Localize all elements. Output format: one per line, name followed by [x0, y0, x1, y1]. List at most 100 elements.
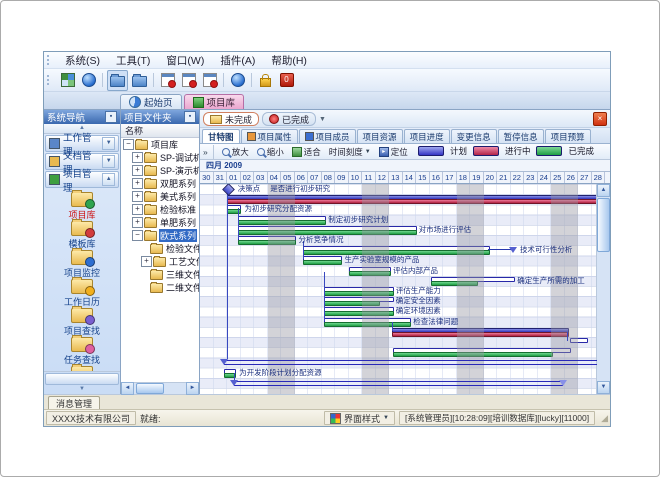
tree-row[interactable]: +工艺文件: [121, 255, 199, 268]
legend-swatch: [473, 146, 499, 156]
expand-icon[interactable]: +: [141, 256, 152, 267]
summary-end-milestone[interactable]: [559, 380, 567, 386]
nav-item-template-library[interactable]: 模板库: [44, 221, 120, 250]
pin-icon[interactable]: ▪: [184, 111, 196, 123]
scroll-thumb[interactable]: [597, 198, 610, 252]
tab-project-properties[interactable]: 项目属性: [241, 129, 298, 143]
tab-pause-info[interactable]: 暂停信息: [498, 129, 544, 143]
tab-gantt-chart[interactable]: 甘特图: [202, 129, 240, 143]
calendar-task-icon[interactable]: [158, 71, 177, 90]
scroll-right-button[interactable]: ►: [186, 382, 199, 395]
filter-unfinished[interactable]: 未完成: [203, 112, 259, 126]
collapsed-section-stub[interactable]: [45, 373, 119, 385]
expand-icon[interactable]: +: [132, 178, 143, 189]
chevron-down-icon[interactable]: ▼: [102, 155, 115, 168]
folder-switch-icon[interactable]: [130, 71, 149, 90]
nav-item-task-search[interactable]: 任务查找: [44, 337, 120, 366]
tree-row[interactable]: +美式系列: [121, 190, 199, 203]
help-globe-icon[interactable]: [228, 71, 247, 90]
summary-start-milestone[interactable]: [220, 359, 228, 365]
expand-icon[interactable]: +: [132, 165, 143, 176]
fit-button[interactable]: 适合: [289, 146, 324, 158]
summary-start-milestone[interactable]: [230, 380, 238, 386]
more-filters-button[interactable]: ▼: [319, 116, 326, 123]
filter-finished[interactable]: 已完成: [262, 112, 316, 126]
toolbar-overflow-button[interactable]: »: [203, 147, 208, 157]
nav-item-project-library[interactable]: 项目库: [44, 192, 120, 221]
collapse-icon[interactable]: −: [123, 139, 134, 150]
menu-window[interactable]: 窗口(W): [158, 54, 212, 68]
nav-item-project-search[interactable]: 项目查找: [44, 308, 120, 337]
pin-icon[interactable]: ▪: [105, 111, 117, 123]
folder-icon: [71, 337, 93, 352]
tree-row[interactable]: + SP-调试机系: [121, 151, 199, 164]
zoom-in-button[interactable]: 放大: [219, 146, 252, 158]
expand-icon[interactable]: +: [132, 204, 143, 215]
resize-grip[interactable]: ◢: [601, 413, 608, 424]
tree-row[interactable]: −欧式系列: [121, 229, 199, 242]
tab-project-resources[interactable]: 项目资源: [357, 129, 403, 143]
close-panel-button[interactable]: ×: [593, 112, 607, 126]
expand-icon[interactable]: +: [132, 191, 143, 202]
tab-project-progress[interactable]: 项目进度: [404, 129, 450, 143]
tree-item-label: SP-调试机系: [159, 151, 199, 164]
lock-icon[interactable]: [256, 71, 275, 90]
folder-icon: [71, 279, 93, 294]
end-milestone[interactable]: [509, 247, 517, 253]
zoom-out-button[interactable]: 缩小: [254, 146, 287, 158]
expand-icon[interactable]: +: [132, 152, 143, 163]
tree-item-label: 单肥系列: [159, 216, 197, 229]
tree-row[interactable]: 检验文件: [121, 242, 199, 255]
tree-row[interactable]: + 单肥系列: [121, 216, 199, 229]
tree-row[interactable]: −项目库: [121, 138, 199, 151]
exit-icon[interactable]: 0: [277, 71, 296, 90]
ui-style-button[interactable]: 界面样式 ▼: [324, 411, 395, 425]
nav-scroll-down-button[interactable]: ▼: [44, 385, 120, 393]
calendar-plan-icon[interactable]: [200, 71, 219, 90]
summary-bar[interactable]: [224, 360, 597, 365]
folder-library-icon[interactable]: [107, 70, 128, 91]
scroll-down-button[interactable]: ▼: [597, 381, 610, 394]
nav-item-work-calendar[interactable]: 工作日历: [44, 279, 120, 308]
folder-icon: [144, 166, 157, 176]
scroll-left-button[interactable]: ◄: [121, 382, 134, 395]
tab-start-page[interactable]: 起始页: [120, 94, 182, 109]
milestone-diamond[interactable]: [222, 184, 235, 196]
tree-row[interactable]: +双肥系列: [121, 177, 199, 190]
collapse-icon[interactable]: −: [132, 230, 143, 241]
tab-project-budget[interactable]: 项目预算: [545, 129, 591, 143]
tree-column-header[interactable]: 名称: [121, 124, 199, 138]
completed-bar[interactable]: [303, 260, 343, 265]
tree-row[interactable]: 三维文件: [121, 268, 199, 281]
tab-message-management[interactable]: 消息管理: [48, 396, 100, 409]
tree-row[interactable]: +检验标准: [121, 203, 199, 216]
tab-project-library[interactable]: 项目库: [184, 94, 245, 109]
nav-item-project-monitor[interactable]: 项目监控: [44, 250, 120, 279]
globe-icon[interactable]: [79, 71, 98, 90]
expand-icon[interactable]: +: [132, 217, 143, 228]
gantt-tabs: 甘特图项目属性项目成员项目资源项目进度变更信息暂停信息项目预算: [200, 128, 610, 144]
folder-icon: [144, 179, 157, 189]
workspace-grid-icon[interactable]: [58, 71, 77, 90]
tab-project-members[interactable]: 项目成员: [299, 129, 356, 143]
tab-change-info[interactable]: 变更信息: [451, 129, 497, 143]
scroll-thumb[interactable]: [136, 383, 164, 394]
toolbar-grip[interactable]: [47, 75, 53, 85]
chevron-up-icon[interactable]: ▲: [102, 173, 115, 186]
menu-tools[interactable]: 工具(T): [108, 54, 158, 68]
toolbar-grip[interactable]: [47, 55, 53, 65]
completed-bar[interactable]: [227, 209, 241, 214]
menu-help[interactable]: 帮助(H): [263, 54, 315, 68]
chevron-down-icon[interactable]: ▼: [102, 137, 115, 150]
section-project-management[interactable]: 项目管理▲: [45, 171, 119, 188]
scroll-up-button[interactable]: ▲: [597, 184, 610, 197]
menu-system[interactable]: 系统(S): [57, 54, 108, 68]
calendar-alert-icon[interactable]: [179, 71, 198, 90]
tree-row[interactable]: +SP-演示机系: [121, 164, 199, 177]
summary-bar[interactable]: [234, 381, 563, 386]
tree-row[interactable]: 二维文件: [121, 281, 199, 294]
menu-plugins[interactable]: 插件(A): [212, 54, 263, 68]
gantt-legend: 计划进行中已完成: [418, 145, 594, 157]
time-scale-button[interactable]: 时间刻度▼: [326, 146, 374, 158]
locate-button[interactable]: ▸定位: [376, 146, 411, 158]
